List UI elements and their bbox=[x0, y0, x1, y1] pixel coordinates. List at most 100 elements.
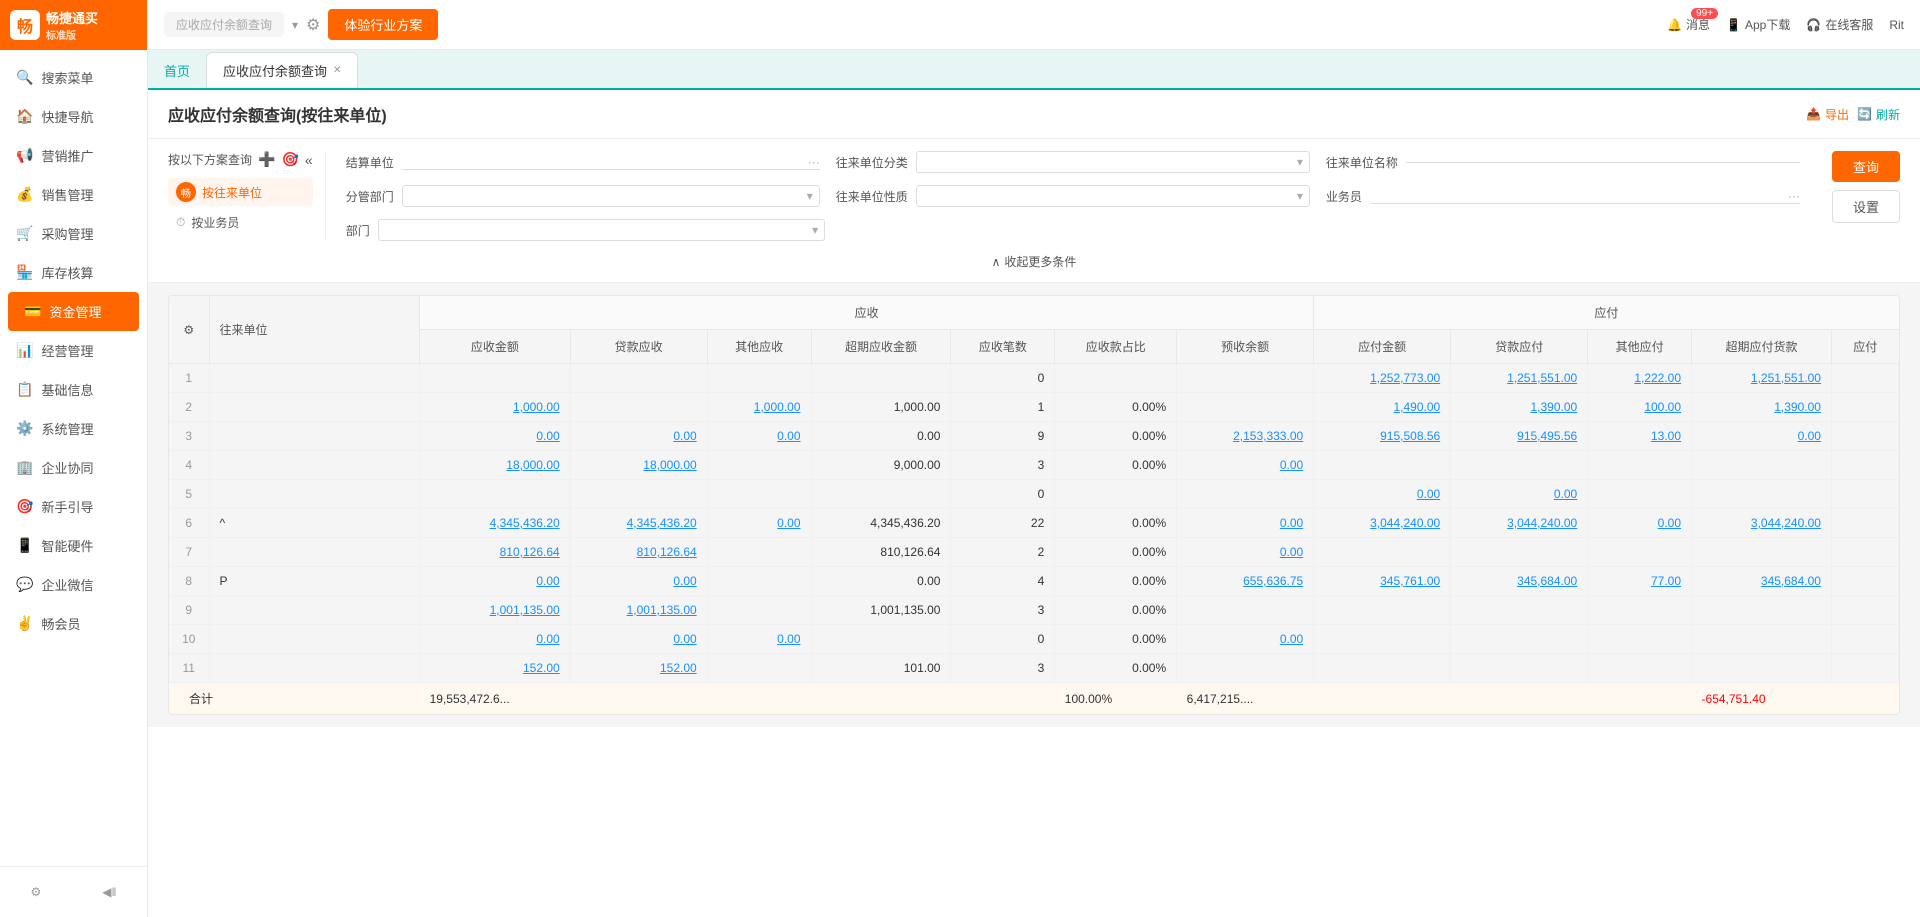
tab-arquery[interactable]: 应收应付余额查询 ✕ bbox=[206, 52, 358, 88]
sidebar-item-member[interactable]: ✌️ 畅会员 bbox=[0, 604, 147, 643]
row-ar-amount[interactable]: 0.00 bbox=[420, 422, 571, 451]
row-ar-prepay[interactable]: 655,636.75 bbox=[1177, 567, 1314, 596]
row-ar-amount[interactable]: 1,001,135.00 bbox=[420, 596, 571, 625]
sidebar-settings-btn[interactable]: ⚙ bbox=[19, 877, 54, 907]
row-ap-other[interactable]: 1,222.00 bbox=[1588, 364, 1692, 393]
filter-target-icon[interactable]: 🎯 bbox=[281, 151, 298, 168]
fenguanbumen-dropdown[interactable]: ▾ bbox=[402, 185, 820, 207]
row-ar-other[interactable]: 0.00 bbox=[707, 625, 811, 654]
row-ar-loan[interactable]: 4,345,436.20 bbox=[570, 509, 707, 538]
tab-home[interactable]: 首页 bbox=[148, 53, 206, 88]
row-ap-other[interactable]: 0.00 bbox=[1588, 509, 1692, 538]
jiesuandanwei-dots[interactable]: ··· bbox=[808, 155, 820, 169]
row-ar-amount[interactable]: 0.00 bbox=[420, 567, 571, 596]
set-button[interactable]: 设置 bbox=[1832, 190, 1900, 223]
row-ar-other[interactable]: 0.00 bbox=[707, 509, 811, 538]
sidebar-item-purchase[interactable]: 🛒 采购管理 bbox=[0, 214, 147, 253]
sidebar-item-basic[interactable]: 📋 基础信息 bbox=[0, 370, 147, 409]
filter-add-icon[interactable]: ➕ bbox=[258, 151, 275, 168]
row-ar-loan[interactable]: 0.00 bbox=[570, 422, 707, 451]
row-ap-amount[interactable]: 345,761.00 bbox=[1314, 567, 1451, 596]
row-ar-other bbox=[707, 538, 811, 567]
sidebar-item-smart[interactable]: 📱 智能硬件 bbox=[0, 526, 147, 565]
collapse-button[interactable]: ∧ 收起更多条件 bbox=[984, 249, 1085, 274]
row-ar-prepay[interactable]: 0.00 bbox=[1177, 625, 1314, 654]
row-ap-overdue[interactable]: 3,044,240.00 bbox=[1692, 509, 1832, 538]
row-ap-other[interactable]: 100.00 bbox=[1588, 393, 1692, 422]
row-ar-loan[interactable]: 152.00 bbox=[570, 654, 707, 683]
message-button[interactable]: 🔔 消息 99+ bbox=[1667, 16, 1710, 33]
sidebar-item-guide[interactable]: 🎯 新手引导 bbox=[0, 487, 147, 526]
sidebar-item-corp[interactable]: 🏢 企业协同 bbox=[0, 448, 147, 487]
row-ar-loan[interactable]: 1,001,135.00 bbox=[570, 596, 707, 625]
export-button[interactable]: 📤 导出 bbox=[1806, 106, 1849, 123]
sidebar-item-operation[interactable]: 📊 经营管理 bbox=[0, 331, 147, 370]
footer-ar-total[interactable]: 19,553,472.6... bbox=[420, 683, 571, 715]
row-ap-other[interactable]: 13.00 bbox=[1588, 422, 1692, 451]
sidebar-item-inventory[interactable]: 🏪 库存核算 bbox=[0, 253, 147, 292]
settings-gear-icon[interactable]: ⚙ bbox=[306, 15, 320, 35]
row-ar-loan[interactable]: 18,000.00 bbox=[570, 451, 707, 480]
row-ap-amount[interactable]: 3,044,240.00 bbox=[1314, 509, 1451, 538]
sidebar-item-fund[interactable]: 💳 资金管理 bbox=[8, 292, 139, 331]
row-ar-prepay[interactable]: 0.00 bbox=[1177, 451, 1314, 480]
sidebar-item-marketing[interactable]: 📢 营销推广 bbox=[0, 136, 147, 175]
refresh-button[interactable]: 🔄 刷新 bbox=[1857, 106, 1900, 123]
row-ar-overdue: 9,000.00 bbox=[811, 451, 951, 480]
table-settings-icon[interactable]: ⚙ bbox=[183, 323, 194, 337]
wanglaifenlei-dropdown[interactable]: ▾ bbox=[916, 151, 1310, 173]
row-ap-other[interactable]: 77.00 bbox=[1588, 567, 1692, 596]
app-download-button[interactable]: 📱 App下载 bbox=[1726, 16, 1790, 33]
row-ap-loan[interactable]: 345,684.00 bbox=[1451, 567, 1588, 596]
row-ar-loan[interactable]: 810,126.64 bbox=[570, 538, 707, 567]
row-ap-overdue[interactable]: 0.00 bbox=[1692, 422, 1832, 451]
filter-option-partner[interactable]: 畅 按往来单位 bbox=[168, 178, 313, 206]
row-ap-overdue[interactable]: 345,684.00 bbox=[1692, 567, 1832, 596]
row-ar-prepay[interactable]: 2,153,333.00 bbox=[1177, 422, 1314, 451]
row-ap-loan[interactable]: 0.00 bbox=[1451, 480, 1588, 509]
filter-option-partner-label: 按往来单位 bbox=[202, 184, 262, 201]
query-button[interactable]: 查询 bbox=[1832, 151, 1900, 182]
row-ap-loan[interactable]: 3,044,240.00 bbox=[1451, 509, 1588, 538]
row-ap-loan[interactable]: 915,495.56 bbox=[1451, 422, 1588, 451]
filter-option-salesman[interactable]: ⏱ 按业务员 bbox=[168, 210, 313, 235]
tab-close-icon[interactable]: ✕ bbox=[333, 65, 341, 76]
sidebar-item-nav[interactable]: 🏠 快捷导航 bbox=[0, 97, 147, 136]
row-ar-loan[interactable]: 0.00 bbox=[570, 567, 707, 596]
row-ar-other[interactable]: 0.00 bbox=[707, 422, 811, 451]
wanglaixingzhi-dropdown[interactable]: ▾ bbox=[916, 185, 1310, 207]
yewuyuan-dots[interactable]: ··· bbox=[1788, 189, 1800, 203]
row-ar-amount[interactable]: 18,000.00 bbox=[420, 451, 571, 480]
row-ar-loan[interactable]: 0.00 bbox=[570, 625, 707, 654]
bumen-dropdown[interactable]: ▾ bbox=[378, 219, 825, 241]
row-ap-amount[interactable]: 915,508.56 bbox=[1314, 422, 1451, 451]
sidebar-item-wechat[interactable]: 💬 企业微信 bbox=[0, 565, 147, 604]
online-service-button[interactable]: 🎧 在线客服 bbox=[1806, 16, 1873, 33]
row-ap-amount[interactable]: 1,252,773.00 bbox=[1314, 364, 1451, 393]
row-ap-loan[interactable]: 1,390.00 bbox=[1451, 393, 1588, 422]
row-ar-amount[interactable]: 152.00 bbox=[420, 654, 571, 683]
row-ar-amount[interactable]: 4,345,436.20 bbox=[420, 509, 571, 538]
row-ap-overdue[interactable]: 1,251,551.00 bbox=[1692, 364, 1832, 393]
row-ap-loan[interactable]: 1,251,551.00 bbox=[1451, 364, 1588, 393]
user-menu[interactable]: Rit bbox=[1889, 18, 1904, 32]
row-ar-amount[interactable]: 0.00 bbox=[420, 625, 571, 654]
row-ar-other[interactable]: 1,000.00 bbox=[707, 393, 811, 422]
th-settings[interactable]: ⚙ bbox=[169, 296, 209, 364]
row-ar-amount[interactable]: 1,000.00 bbox=[420, 393, 571, 422]
sidebar-item-sales[interactable]: 💰 销售管理 bbox=[0, 175, 147, 214]
sidebar-item-search[interactable]: 🔍 搜索菜单 bbox=[0, 58, 147, 97]
row-ap-overdue[interactable]: 1,390.00 bbox=[1692, 393, 1832, 422]
row-ap-amount[interactable]: 0.00 bbox=[1314, 480, 1451, 509]
filter-more-icon[interactable]: « bbox=[305, 152, 313, 168]
breadcrumb-chevron[interactable]: ▾ bbox=[292, 18, 298, 32]
row-ar-prepay[interactable]: 0.00 bbox=[1177, 509, 1314, 538]
sidebar-item-system[interactable]: ⚙️ 系统管理 bbox=[0, 409, 147, 448]
footer-ap-prepay[interactable]: 6,417,215.... bbox=[1177, 683, 1314, 715]
row-ar-prepay[interactable]: 0.00 bbox=[1177, 538, 1314, 567]
sidebar-collapse-btn[interactable]: ◀‖ bbox=[90, 877, 128, 907]
row-ap-other bbox=[1588, 480, 1692, 509]
promo-button[interactable]: 体验行业方案 bbox=[328, 9, 438, 40]
row-ar-amount[interactable]: 810,126.64 bbox=[420, 538, 571, 567]
row-ap-amount[interactable]: 1,490.00 bbox=[1314, 393, 1451, 422]
